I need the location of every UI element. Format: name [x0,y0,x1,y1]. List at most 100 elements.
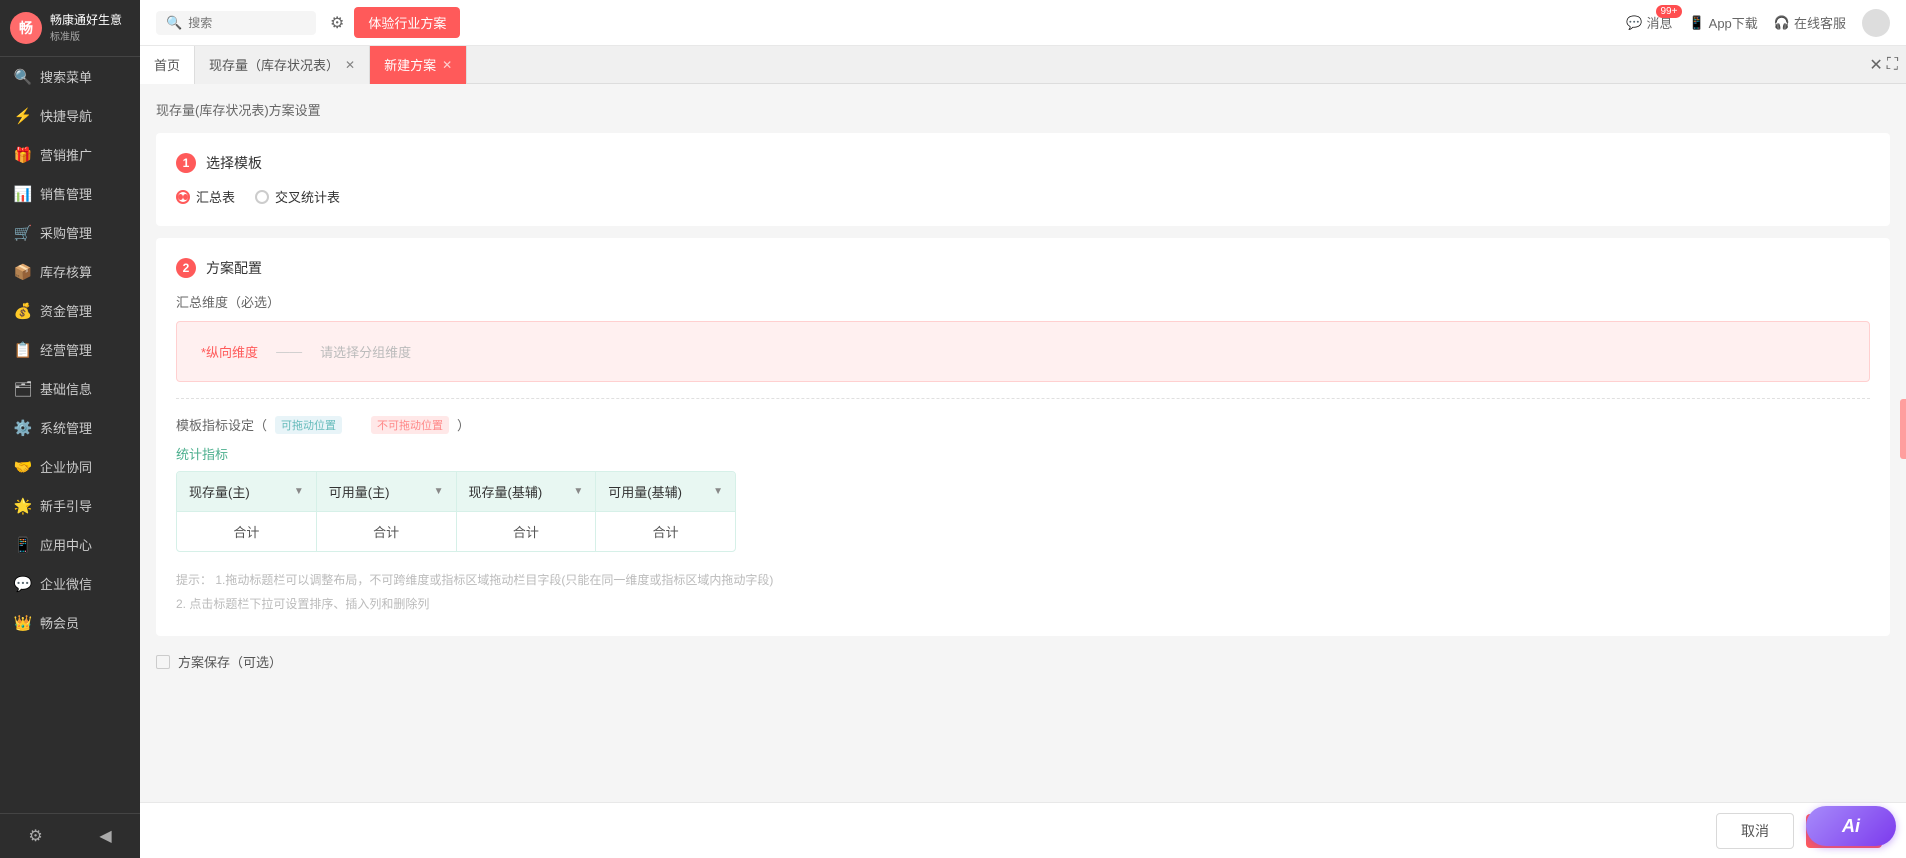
marketing-icon: 🎁 [14,146,32,164]
sidebar-settings-button[interactable]: ⚙ [20,822,50,850]
sidebar-title: 畅康通好生意 标准版 [50,13,122,44]
sidebar-item-member[interactable]: 👑 畅会员 [0,603,140,642]
stats-col4-label: 可用量(基辅) [608,482,682,501]
sidebar-item-search[interactable]: 🔍 搜索菜单 [0,57,140,96]
tab-home[interactable]: 首页 [140,46,195,84]
search-input[interactable] [188,16,288,30]
sidebar-item-system[interactable]: ⚙️ 系统管理 [0,408,140,447]
sidebar-item-purchase[interactable]: 🛒 采购管理 [0,213,140,252]
system-icon: ⚙️ [14,419,32,437]
tab-inventory-status-label: 现存量（库存状况表） [209,55,339,74]
chevron-down-icon[interactable]: ▼ [573,486,583,497]
stats-col3-label: 现存量(基辅) [469,482,543,501]
appstore-icon: 📱 [14,536,32,554]
stats-col3-header[interactable]: 现存量(基辅) ▼ [457,472,597,511]
member-icon: 👑 [14,614,32,632]
sidebar-item-finance[interactable]: 💰 资金管理 [0,291,140,330]
topbar-search-container[interactable]: 🔍 [156,11,316,35]
message-button[interactable]: 💬 消息 99+ [1626,13,1672,32]
tab-inventory-close-icon[interactable]: ✕ [345,58,355,72]
stats-col4-sub: 合计 [596,512,735,551]
page-title: 现存量(库存状况表)方案设置 [156,100,1890,119]
step1-title: 选择模板 [206,153,262,173]
sidebar-item-label: 新手引导 [40,496,92,515]
sidebar-item-sales[interactable]: 📊 销售管理 [0,174,140,213]
tab-home-label: 首页 [154,55,180,74]
ai-bubble[interactable]: Ai [1806,806,1896,846]
save-option-checkbox[interactable] [156,655,170,669]
dimension-required-row[interactable]: *纵向维度 —— 请选择分组维度 [176,321,1870,382]
radio-summary[interactable]: 汇总表 [176,187,235,206]
step1-header: 1 选择模板 [176,153,1870,173]
tips-section: 提示： 1.拖动标题栏可以调整布局，不可跨维度或指标区域拖动栏目字段(只能在同一… [176,568,1870,616]
user-avatar[interactable] [1862,9,1890,37]
chevron-down-icon[interactable]: ▼ [434,486,444,497]
cancel-button[interactable]: 取消 [1716,813,1794,849]
sidebar-item-appstore[interactable]: 📱 应用中心 [0,525,140,564]
resize-handle[interactable] [1900,399,1906,459]
sidebar-item-marketing[interactable]: 🎁 营销推广 [0,135,140,174]
chevron-down-icon[interactable]: ▼ [294,486,304,497]
basic-icon: 🗂 [14,380,32,398]
template-radio-group: 汇总表 交叉统计表 [176,187,1870,206]
dimension-required-label: *纵向维度 [201,342,258,361]
stats-table: 现存量(主) ▼ 可用量(主) ▼ 现存量(基辅) ▼ 可用量(基辅) [176,471,736,552]
sidebar-item-label: 企业协同 [40,457,92,476]
step2-header: 2 方案配置 [176,258,1870,278]
main-area: 🔍 ⚙ 体验行业方案 💬 消息 99+ 📱 App下载 🎧 在线客服 [140,0,1906,858]
stats-col2-sub: 合计 [317,512,457,551]
sidebar-logo: 畅 [10,12,42,44]
radio-summary-label: 汇总表 [196,187,235,206]
sidebar-item-wechat[interactable]: 💬 企业微信 [0,564,140,603]
app-download-label: App下载 [1709,13,1758,32]
inventory-icon: 📦 [14,263,32,281]
stats-col1-label: 现存量(主) [189,482,250,501]
sidebar-item-label: 搜索菜单 [40,67,92,86]
tab-new-plan-close-icon[interactable]: ✕ [442,58,452,72]
sidebar-item-label: 销售管理 [40,184,92,203]
stats-col1-sub: 合计 [177,512,317,551]
sidebar-item-label: 采购管理 [40,223,92,242]
sidebar-header: 畅 畅康通好生意 标准版 [0,0,140,57]
app-download-button[interactable]: 📱 App下载 [1688,13,1757,32]
sidebar-item-operation[interactable]: 📋 经营管理 [0,330,140,369]
tab-new-plan[interactable]: 新建方案 ✕ [370,46,467,84]
industry-btn[interactable]: 体验行业方案 [354,7,460,38]
step2-title: 方案配置 [206,258,262,278]
stats-col2-header[interactable]: 可用量(主) ▼ [317,472,457,511]
sidebar-item-label: 快捷导航 [40,106,92,125]
section-divider [176,398,1870,399]
tab-close-all-button[interactable]: ✕ [1869,55,1882,75]
stats-col1-header[interactable]: 现存量(主) ▼ [177,472,317,511]
sidebar-item-inventory[interactable]: 📦 库存核算 [0,252,140,291]
stats-col4-header[interactable]: 可用量(基辅) ▼ [596,472,735,511]
headset-icon: 🎧 [1774,15,1790,31]
indicator-tag-movable: 可拖动位置 [275,416,342,434]
indicator-tag-close: ） [457,415,470,434]
sidebar-item-basic[interactable]: 🗂 基础信息 [0,369,140,408]
service-button[interactable]: 🎧 在线客服 [1774,13,1846,32]
radio-cross-label: 交叉统计表 [275,187,340,206]
tab-fullscreen-button[interactable]: ⛶ [1887,56,1898,74]
topbar: 🔍 ⚙ 体验行业方案 💬 消息 99+ 📱 App下载 🎧 在线客服 [140,0,1906,46]
tab-inventory-status[interactable]: 现存量（库存状况表） ✕ [195,46,370,84]
sidebar-app-name: 畅康通好生意 [50,13,122,29]
operation-icon: 📋 [14,341,32,359]
step2-badge: 2 [176,258,196,278]
stats-col2-label: 可用量(主) [329,482,390,501]
stats-table-body: 合计 合计 合计 合计 [177,512,735,551]
sidebar-item-guide[interactable]: 🌟 新手引导 [0,486,140,525]
sidebar-item-label: 系统管理 [40,418,92,437]
settings-icon[interactable]: ⚙ [330,13,344,33]
radio-cross[interactable]: 交叉统计表 [255,187,340,206]
sidebar-item-label: 库存核算 [40,262,92,281]
stats-col3-sub: 合计 [457,512,597,551]
sidebar-collapse-button[interactable]: ◀ [91,822,119,850]
wechat-icon: 💬 [14,575,32,593]
tip-1: 提示： 1.拖动标题栏可以调整布局，不可跨维度或指标区域拖动栏目字段(只能在同一… [176,568,1870,592]
app-icon: 📱 [1688,15,1704,31]
chevron-down-icon[interactable]: ▼ [713,486,723,497]
sidebar-item-quicknav[interactable]: ⚡ 快捷导航 [0,96,140,135]
sidebar-item-cooperation[interactable]: 🤝 企业协同 [0,447,140,486]
step1-card: 1 选择模板 汇总表 交叉统计表 [156,133,1890,226]
